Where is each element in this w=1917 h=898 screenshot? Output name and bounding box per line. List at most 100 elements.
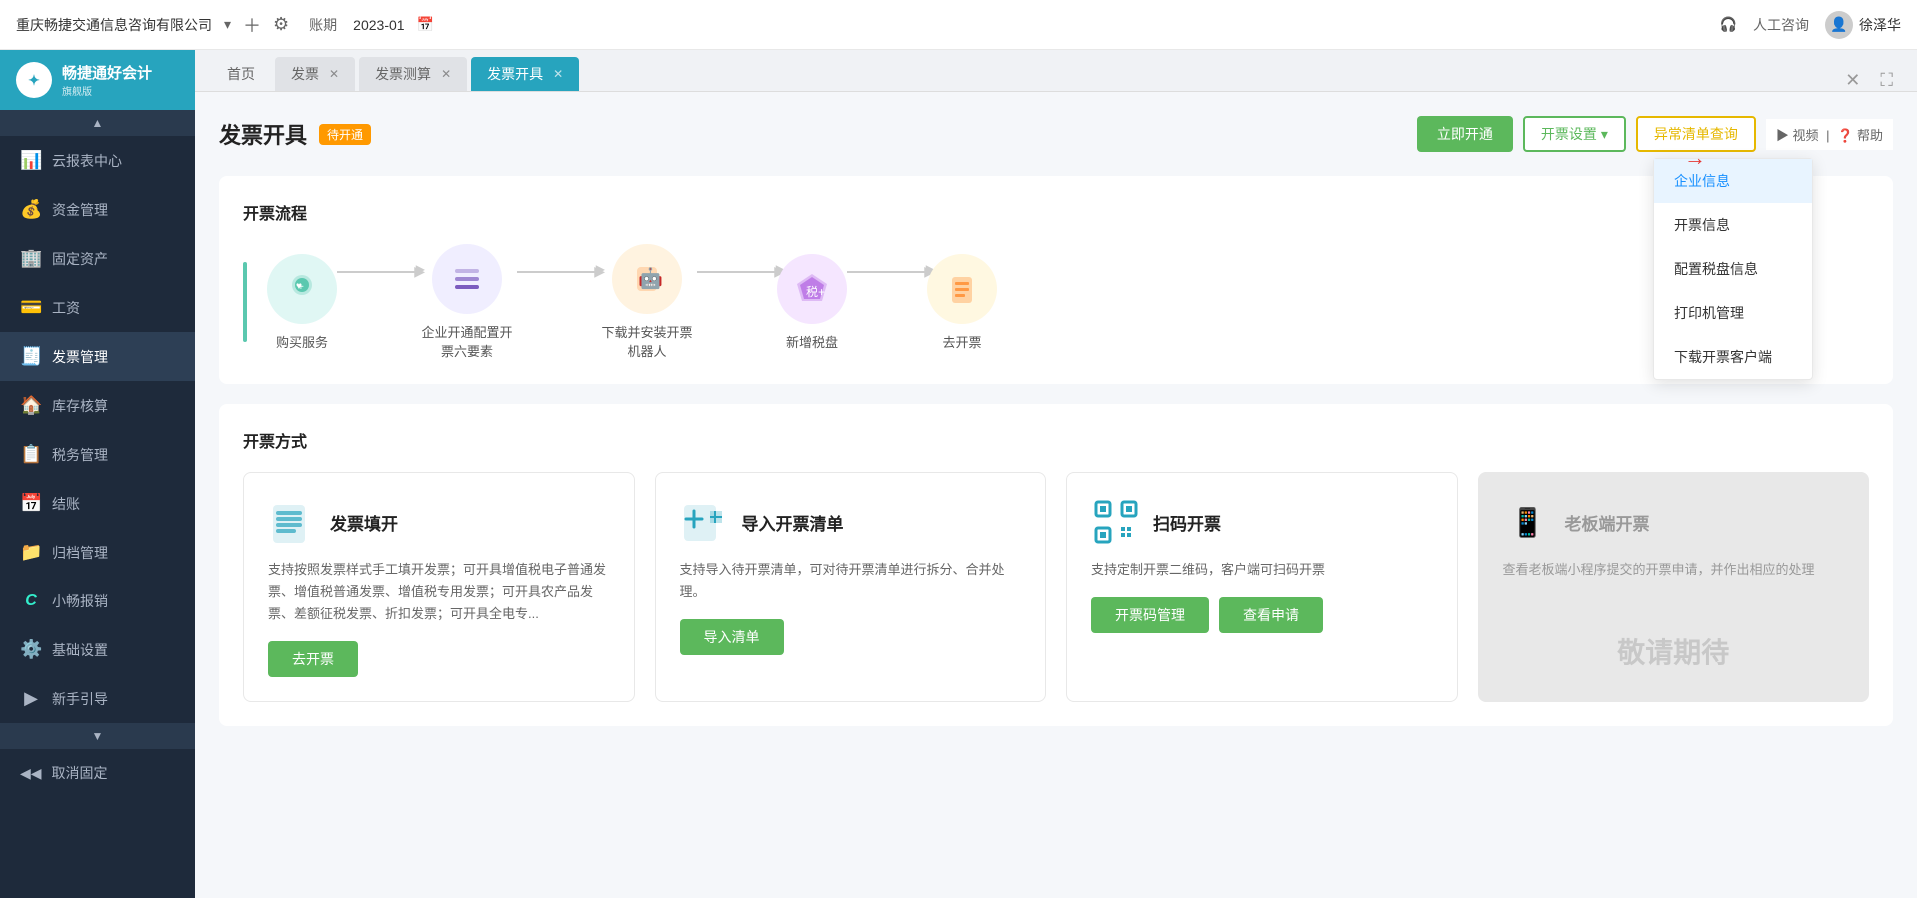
tab-invoice-test[interactable]: 发票测算 ✕ — [359, 57, 467, 91]
flow-step-issue[interactable]: 去开票 — [927, 254, 997, 351]
sidebar-item-archive[interactable]: 📁 归档管理 — [0, 528, 195, 577]
method-fill-invoice: 发票填开 支持按照发票样式手工填开发票；可开具增值税电子普通发票、增值税普通发票… — [243, 472, 635, 702]
flow-step-newtax[interactable]: 税+ 新增税盘 — [777, 254, 847, 351]
sidebar-item-report[interactable]: C 小畅报销 — [0, 577, 195, 625]
page-title-area: 发票开具 待开通 — [219, 118, 371, 150]
svg-text:+: + — [298, 282, 304, 293]
sidebar-footer-cancel-fixed[interactable]: ◀◀ 取消固定 — [0, 749, 195, 797]
method-boss-invoice: 📱 老板端开票 查看老板端小程序提交的开票申请，并作出相应的处理 敬请期待 — [1478, 472, 1870, 702]
fullscreen-btn[interactable]: ⛶ — [1872, 70, 1901, 91]
fill-invoice-title: 发票填开 — [330, 510, 398, 535]
sidebar-label-guide: 新手引导 — [52, 689, 108, 709]
settings-btn-label: 开票设置 — [1541, 124, 1597, 144]
flow-step-config[interactable]: 企业开通配置开票六要素 — [417, 244, 517, 360]
sidebar-item-checkout[interactable]: 📅 结账 — [0, 479, 195, 528]
sidebar-item-invoice-mgmt[interactable]: 🧾 发票管理 — [0, 332, 195, 381]
sidebar-label-settings: 基础设置 — [52, 640, 108, 660]
boss-invoice-icon: 📱 — [1503, 497, 1553, 547]
qr-manage-btn[interactable]: 开票码管理 — [1091, 597, 1209, 633]
fund-icon: 💰 — [20, 199, 42, 220]
import-list-btn[interactable]: 导入清单 — [680, 619, 784, 655]
calendar-icon[interactable]: 📅 — [417, 16, 434, 33]
dropdown-printer-label: 打印机管理 — [1674, 305, 1744, 321]
settings-btn[interactable]: 开票设置 ▾ — [1523, 116, 1626, 152]
add-icon[interactable]: ＋ — [243, 12, 261, 38]
buy-service-icon: ♥+ — [267, 254, 337, 324]
sidebar-item-settings[interactable]: ⚙️ 基础设置 — [0, 625, 195, 674]
video-btn[interactable]: ▶ 视频 | ❓ 帮助 — [1766, 119, 1893, 150]
inventory-icon: 🏠 — [20, 395, 42, 416]
dropdown-tax-config[interactable]: 配置税盘信息 — [1654, 247, 1812, 291]
dropdown-company-info[interactable]: 企业信息 — [1654, 159, 1812, 203]
view-apply-btn[interactable]: 查看申请 — [1219, 597, 1323, 633]
config-label: 企业开通配置开票六要素 — [417, 322, 517, 360]
top-bar: 重庆畅捷交通信息咨询有限公司 ▾ ＋ ⚙ 账期 2023-01 📅 🎧 人工咨询… — [0, 0, 1917, 50]
close-window-btn[interactable]: ✕ — [1837, 70, 1868, 91]
flow-arrow-4: ▶ — [847, 271, 927, 273]
tab-invoice-issue-close[interactable]: ✕ — [553, 67, 563, 81]
dropdown-company-info-label: 企业信息 — [1674, 173, 1730, 189]
scroll-down-btn[interactable]: ▼ — [0, 723, 195, 749]
sidebar-item-fixed-assets[interactable]: 🏢 固定资产 — [0, 234, 195, 283]
red-arrow-icon: → — [1684, 145, 1706, 171]
boss-invoice-desc: 查看老板端小程序提交的开票申请，并作出相应的处理 — [1503, 559, 1845, 581]
issue-icon — [927, 254, 997, 324]
help-icon: ❓ — [1837, 128, 1853, 143]
sidebar-label-fund: 资金管理 — [52, 200, 108, 220]
go-invoice-btn[interactable]: 去开票 — [268, 641, 358, 677]
tab-invoice-issue[interactable]: 发票开具 ✕ — [471, 57, 579, 91]
sidebar-item-tax[interactable]: 📋 税务管理 — [0, 430, 195, 479]
logo-sub: 旗舰版 — [62, 83, 152, 98]
sidebar-item-guide[interactable]: ▶ 新手引导 — [0, 674, 195, 723]
support-label[interactable]: 人工咨询 — [1753, 15, 1809, 35]
download-label: 下载并安装开票机器人 — [597, 322, 697, 360]
company-name[interactable]: 重庆畅捷交通信息咨询有限公司 — [16, 15, 212, 35]
logo-text-group: 畅捷通好会计 旗舰版 — [62, 62, 152, 98]
dropdown-download-client[interactable]: 下载开票客户端 — [1654, 335, 1812, 379]
tab-invoice-test-label: 发票测算 — [375, 64, 431, 84]
import-list-title: 导入开票清单 — [742, 510, 844, 535]
video-label: 视频 — [1793, 128, 1819, 143]
tab-invoice-issue-label: 发票开具 — [487, 64, 543, 84]
scan-invoice-icon — [1091, 497, 1141, 547]
tab-invoice-test-close[interactable]: ✕ — [441, 67, 451, 81]
flow-step-buy[interactable]: ♥+ 购买服务 — [267, 254, 337, 351]
logo-icon: ✦ — [16, 62, 52, 98]
scan-invoice-desc: 支持定制开票二维码，客户端可扫码开票 — [1091, 559, 1433, 581]
sidebar-item-inventory[interactable]: 🏠 库存核算 — [0, 381, 195, 430]
user-info[interactable]: 👤 徐泽华 — [1825, 11, 1901, 39]
svg-text:税+: 税+ — [806, 285, 825, 299]
sidebar-label-fixed-assets: 固定资产 — [52, 249, 108, 269]
archive-icon: 📁 — [20, 542, 42, 563]
settings-icon[interactable]: ⚙ — [273, 14, 289, 35]
svg-text:🤖: 🤖 — [638, 266, 663, 290]
boss-invoice-header: 📱 老板端开票 — [1503, 497, 1845, 547]
tab-invoice-close[interactable]: ✕ — [329, 67, 339, 81]
sidebar-label-payroll: 工资 — [52, 298, 80, 318]
import-list-desc: 支持导入待开票清单，可对待开票清单进行拆分、合并处理。 — [680, 559, 1022, 603]
dropdown-invoice-info[interactable]: 开票信息 — [1654, 203, 1812, 247]
tab-invoice[interactable]: 发票 ✕ — [275, 57, 355, 91]
guide-icon: ▶ — [20, 688, 42, 709]
invoice-mgmt-icon: 🧾 — [20, 346, 42, 367]
activate-btn[interactable]: 立即开通 — [1417, 116, 1513, 152]
cloud-report-icon: 📊 — [20, 150, 42, 171]
flow-arrow-3: ▶ — [697, 271, 777, 273]
top-bar-right: 🎧 人工咨询 👤 徐泽华 — [1720, 11, 1901, 39]
tab-home[interactable]: 首页 — [211, 57, 271, 91]
dropdown-icon[interactable]: ▾ — [224, 16, 231, 33]
flow-step-download[interactable]: 🤖 下载并安装开票机器人 — [597, 244, 697, 360]
sidebar-item-cloud-report[interactable]: 📊 云报表中心 — [0, 136, 195, 185]
import-list-icon — [680, 497, 730, 547]
sidebar-label-archive: 归档管理 — [52, 543, 108, 563]
help-label: 帮助 — [1857, 128, 1883, 143]
flow-steps: ♥+ 购买服务 ▶ 企业开通配置开票六要素 ▶ 🤖 — [243, 244, 1869, 360]
settings-dropdown-arrow: ▾ — [1601, 126, 1608, 143]
scroll-up-btn[interactable]: ▲ — [0, 110, 195, 136]
dropdown-printer[interactable]: 打印机管理 — [1654, 291, 1812, 335]
flow-section-title: 开票流程 — [243, 200, 1869, 224]
logo-text: 畅捷通好会计 — [62, 62, 152, 83]
sidebar: ✦ 畅捷通好会计 旗舰版 ▲ 📊 云报表中心 💰 资金管理 🏢 固定资产 💳 工… — [0, 50, 195, 898]
sidebar-item-payroll[interactable]: 💳 工资 — [0, 283, 195, 332]
sidebar-item-fund[interactable]: 💰 资金管理 — [0, 185, 195, 234]
